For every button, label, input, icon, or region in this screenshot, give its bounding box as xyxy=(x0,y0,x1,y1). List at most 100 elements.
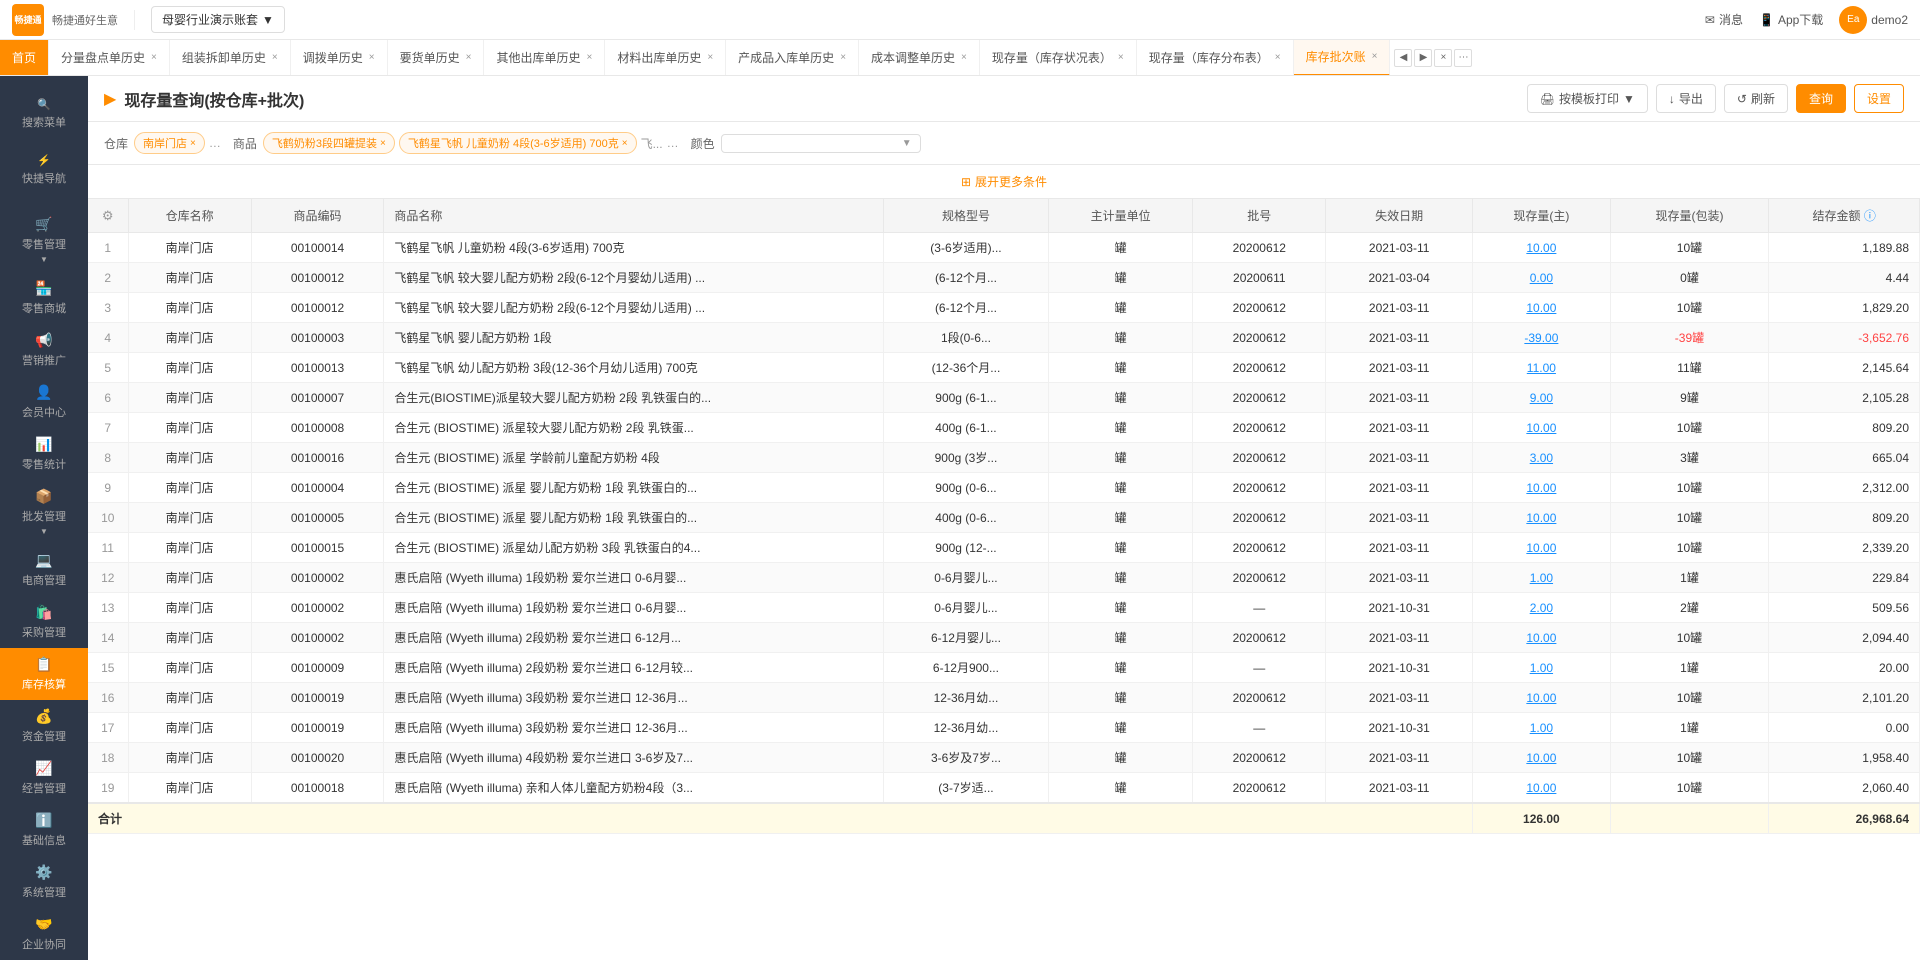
sidebar-toggle-btn[interactable]: ▶ xyxy=(104,89,116,109)
close-icon[interactable]: × xyxy=(1275,52,1281,63)
app-download-btn[interactable]: 📱 App下载 xyxy=(1759,11,1823,28)
cell-qty-main[interactable]: 0.00 xyxy=(1473,263,1610,293)
info-icon[interactable]: ⓘ xyxy=(1864,209,1876,223)
close-icon[interactable]: × xyxy=(1118,52,1124,63)
cell-warehouse: 南岸门店 xyxy=(128,233,251,263)
expand-conditions-btn[interactable]: ⊞ 展开更多条件 xyxy=(953,169,1055,194)
cell-qty-main[interactable]: 10.00 xyxy=(1473,233,1610,263)
cell-spec: 1段(0-6... xyxy=(884,323,1049,353)
cell-batch: 20200612 xyxy=(1193,503,1326,533)
cell-unit: 罐 xyxy=(1048,293,1193,323)
tab-3[interactable]: 调拨单历史 × xyxy=(291,40,388,76)
cell-idx: 17 xyxy=(88,713,128,743)
cell-qty-main[interactable]: 11.00 xyxy=(1473,353,1610,383)
cell-spec: 0-6月婴儿... xyxy=(884,593,1049,623)
sidebar-item-inventory[interactable]: 📋 库存核算 xyxy=(0,648,88,700)
cell-spec: 900g (3岁... xyxy=(884,443,1049,473)
close-icon[interactable]: × xyxy=(369,52,375,63)
sidebar-item-operations[interactable]: 📈 经营管理 xyxy=(0,752,88,804)
cell-unit: 罐 xyxy=(1048,743,1193,773)
remove-product-tag-0-icon[interactable]: × xyxy=(380,138,386,149)
cell-qty-main[interactable]: 10.00 xyxy=(1473,503,1610,533)
cell-qty-main[interactable]: 10.00 xyxy=(1473,413,1610,443)
table-row: 10 南岸门店 00100005 合生元 (BIOSTIME) 派星 婴儿配方奶… xyxy=(88,503,1920,533)
search-menu-btn[interactable]: 🔍 搜索菜单 xyxy=(8,92,80,136)
cell-qty-main[interactable]: 10.00 xyxy=(1473,623,1610,653)
tab-11[interactable]: 库存批次账 × xyxy=(1294,40,1391,76)
tab-5[interactable]: 其他出库单历史 × xyxy=(484,40,605,76)
product-tag-1[interactable]: 飞鹤星飞帆 儿童奶粉 4段(3-6岁适用) 700克 × xyxy=(399,132,637,154)
industry-selector[interactable]: 母婴行业演示账套 ▼ xyxy=(151,6,285,33)
sidebar-item-wholesale[interactable]: 📦 批发管理 ▼ xyxy=(0,480,88,544)
sidebar-item-collab[interactable]: 🤝 企业协同 xyxy=(0,908,88,960)
close-icon[interactable]: × xyxy=(272,52,278,63)
product-tag-0[interactable]: 飞鹤奶粉3段四罐提装 × xyxy=(263,132,395,154)
close-icon[interactable]: × xyxy=(1372,51,1378,62)
tab-8[interactable]: 成本调整单历史 × xyxy=(859,40,980,76)
nav-next-arrow[interactable]: ▶ xyxy=(1414,49,1432,67)
tab-1[interactable]: 分量盘点单历史 × xyxy=(49,40,170,76)
table-container[interactable]: ⚙ 仓库名称 商品编码 商品名称 规格型号 主计量单位 批号 失效日期 现存量(… xyxy=(88,199,1920,960)
sidebar-item-purchase[interactable]: 🛍️ 采购管理 xyxy=(0,596,88,648)
tab-2[interactable]: 组装拆卸单历史 × xyxy=(170,40,291,76)
sidebar-item-retail-mall[interactable]: 🏪 零售商城 xyxy=(0,272,88,324)
cell-qty-main[interactable]: 10.00 xyxy=(1473,773,1610,804)
remove-warehouse-tag-icon[interactable]: × xyxy=(190,138,196,149)
close-icon[interactable]: × xyxy=(961,52,967,63)
sidebar-item-system[interactable]: ⚙️ 系统管理 xyxy=(0,856,88,908)
table-footer-row: 合计 126.00 26,968.64 xyxy=(88,803,1920,834)
cell-qty-main[interactable]: 2.00 xyxy=(1473,593,1610,623)
cell-idx: 19 xyxy=(88,773,128,804)
sidebar-item-retail-stats[interactable]: 📊 零售统计 xyxy=(0,428,88,480)
export-btn[interactable]: ↓ 导出 xyxy=(1656,84,1716,113)
sidebar-item-members[interactable]: 👤 会员中心 xyxy=(0,376,88,428)
close-icon[interactable]: × xyxy=(586,52,592,63)
cell-code: 00100003 xyxy=(251,323,384,353)
warehouse-tag-0[interactable]: 南岸门店 × xyxy=(134,132,205,154)
product-more[interactable]: 飞... xyxy=(641,135,663,152)
message-btn[interactable]: ✉ 消息 xyxy=(1705,11,1743,28)
close-icon[interactable]: × xyxy=(466,52,472,63)
cell-qty-main[interactable]: 3.00 xyxy=(1473,443,1610,473)
cell-qty-main[interactable]: 10.00 xyxy=(1473,293,1610,323)
tab-7[interactable]: 产成品入库单历史 × xyxy=(726,40,859,76)
print-btn[interactable]: 🖨 按模板打印 ▼ xyxy=(1527,84,1648,113)
th-settings[interactable]: ⚙ xyxy=(88,199,128,233)
cell-qty-main[interactable]: 1.00 xyxy=(1473,713,1610,743)
cell-batch: 20200612 xyxy=(1193,743,1326,773)
warehouse-more[interactable]: … xyxy=(209,136,221,150)
sidebar-item-ecommerce[interactable]: 💻 电商管理 xyxy=(0,544,88,596)
remove-product-tag-1-icon[interactable]: × xyxy=(622,138,628,149)
cell-qty-main[interactable]: 1.00 xyxy=(1473,653,1610,683)
tab-4[interactable]: 要货单历史 × xyxy=(388,40,485,76)
cell-qty-main[interactable]: 10.00 xyxy=(1473,743,1610,773)
settings-icon[interactable]: ⚙ xyxy=(102,208,114,223)
sidebar-item-retail-management[interactable]: 🛒 零售管理 ▼ xyxy=(0,208,88,272)
tab-10[interactable]: 现存量（库存分布表） × xyxy=(1137,40,1294,76)
cell-qty-main[interactable]: 9.00 xyxy=(1473,383,1610,413)
sidebar-item-finance[interactable]: 💰 资金管理 xyxy=(0,700,88,752)
user-btn[interactable]: Ea demo2 xyxy=(1839,6,1908,34)
query-btn[interactable]: 查询 xyxy=(1796,84,1846,113)
quick-nav-btn[interactable]: ⚡ 快捷导航 xyxy=(8,148,80,192)
chevron-down-icon: ▼ xyxy=(902,138,912,149)
nav-prev-arrow[interactable]: ◀ xyxy=(1394,49,1412,67)
settings-btn[interactable]: 设置 xyxy=(1854,84,1904,113)
cell-qty-main[interactable]: 10.00 xyxy=(1473,473,1610,503)
refresh-btn[interactable]: ↺ 刷新 xyxy=(1724,84,1788,113)
nav-close-arrow[interactable]: × xyxy=(1434,49,1452,67)
cell-qty-main[interactable]: 10.00 xyxy=(1473,683,1610,713)
close-icon[interactable]: × xyxy=(707,52,713,63)
tab-9[interactable]: 现存量（库存状况表） × xyxy=(980,40,1137,76)
cell-qty-main[interactable]: -39.00 xyxy=(1473,323,1610,353)
sidebar-item-basic[interactable]: ℹ️ 基础信息 xyxy=(0,804,88,856)
close-icon[interactable]: × xyxy=(840,52,846,63)
tab-6[interactable]: 材料出库单历史 × xyxy=(605,40,726,76)
nav-menu-arrow[interactable]: ⋯ xyxy=(1454,49,1472,67)
product-ellipsis[interactable]: … xyxy=(667,136,679,150)
tab-home[interactable]: 首页 xyxy=(0,40,49,76)
close-icon[interactable]: × xyxy=(151,52,157,63)
cell-qty-main[interactable]: 1.00 xyxy=(1473,563,1610,593)
cell-qty-main[interactable]: 10.00 xyxy=(1473,533,1610,563)
sidebar-item-marketing[interactable]: 📢 营销推广 xyxy=(0,324,88,376)
